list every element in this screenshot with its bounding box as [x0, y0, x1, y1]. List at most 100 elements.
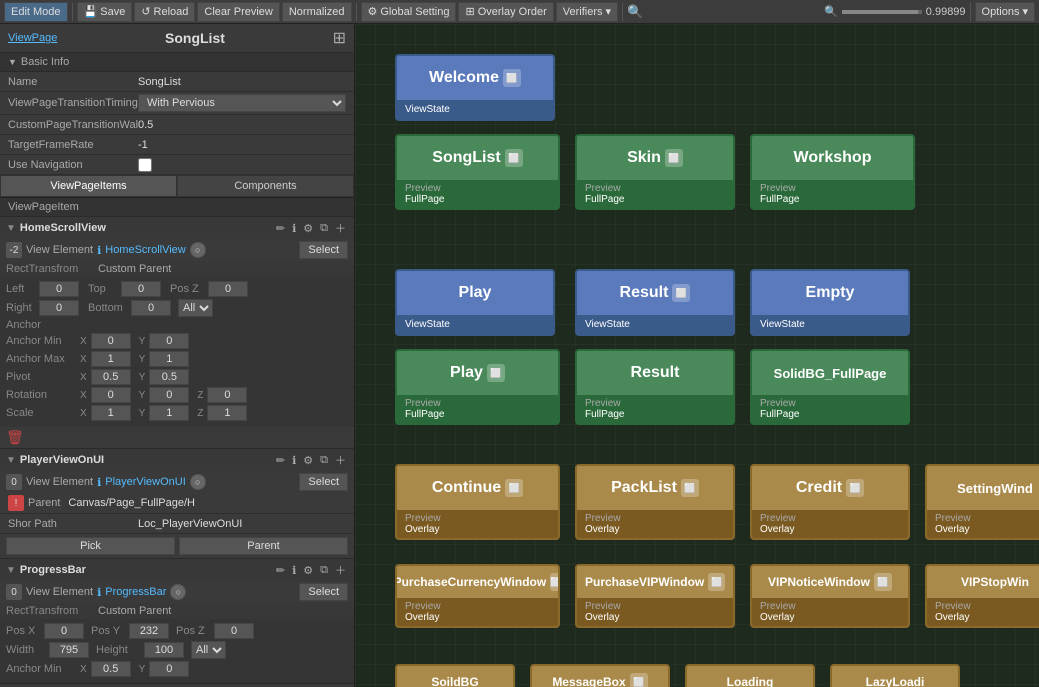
component1-rect-label: RectTransfrom	[6, 263, 86, 275]
delete-icon-1[interactable]: 🗑	[6, 429, 24, 446]
canvas-node-welcome[interactable]: Welcome ⬜ ViewState	[395, 54, 555, 121]
anchor-min-x-input[interactable]	[91, 333, 131, 349]
component2-info-icon-btn[interactable]: ℹ	[97, 476, 101, 489]
canvas-node-result_preview[interactable]: Result Preview FullPage	[575, 349, 735, 425]
info-icon[interactable]: ℹ	[290, 222, 298, 235]
canvas-node-packlist[interactable]: PackList ⬜ Preview Overlay	[575, 464, 735, 540]
width-input[interactable]	[49, 642, 89, 658]
rotation-z-input[interactable]	[207, 387, 247, 403]
component1-circle-btn[interactable]: ○	[190, 242, 206, 258]
node-title-bg-continue: Continue ⬜	[397, 466, 558, 510]
component3-all-select[interactable]: All	[191, 641, 226, 659]
pos-y-input[interactable]	[129, 623, 169, 639]
bottom-input[interactable]	[131, 300, 171, 316]
node-title-play_preview: Play	[450, 364, 483, 382]
pick-button[interactable]: Pick	[6, 537, 175, 555]
component3-info-icon-btn[interactable]: ℹ	[97, 586, 101, 599]
global-setting-button[interactable]: ⚙ Global Setting	[361, 2, 457, 22]
zoom-slider[interactable]	[842, 10, 922, 14]
component1-ref[interactable]: HomeScrollView	[105, 244, 186, 256]
canvas-node-settingwin[interactable]: SettingWind Preview Overlay	[925, 464, 1039, 540]
component2-select-btn[interactable]: Select	[299, 473, 348, 491]
overlay-order-button[interactable]: ⊞ Overlay Order	[458, 2, 553, 22]
rotation-y-input[interactable]	[149, 387, 189, 403]
canvas-node-result_state[interactable]: Result ⬜ ViewState	[575, 269, 735, 336]
component2-settings-icon[interactable]: ⚙	[301, 454, 315, 467]
canvas-node-play_state[interactable]: Play ViewState	[395, 269, 555, 336]
canvas-node-skin[interactable]: Skin ⬜ Preview FullPage	[575, 134, 735, 210]
canvas-node-loading[interactable]: Loading Preview Overlay	[685, 664, 815, 687]
tab-components[interactable]: Components	[177, 175, 354, 197]
canvas-node-songlist[interactable]: SongList ⬜ Preview FullPage	[395, 134, 560, 210]
scale-z-input[interactable]	[207, 405, 247, 421]
options-button[interactable]: Options ▾	[975, 2, 1035, 22]
normalized-button[interactable]: Normalized	[282, 2, 352, 22]
clear-preview-button[interactable]: Clear Preview	[197, 2, 279, 22]
component3-settings-icon[interactable]: ⚙	[301, 564, 315, 577]
right-input[interactable]	[39, 300, 79, 316]
pencil-icon[interactable]: ✏	[274, 222, 287, 235]
canvas-node-credit[interactable]: Credit ⬜ Preview Overlay	[750, 464, 910, 540]
pivot-x-input[interactable]	[91, 369, 131, 385]
canvas-node-lazyload[interactable]: LazyLoadi Preview Overlay	[830, 664, 960, 687]
parent-button[interactable]: Parent	[179, 537, 348, 555]
component3-info-icon[interactable]: ℹ	[290, 564, 298, 577]
edit-mode-button[interactable]: Edit Mode	[4, 2, 68, 22]
c3-anchor-min-y-input[interactable]	[149, 661, 189, 677]
canvas-node-solidbg[interactable]: SolidBG_FullPage Preview FullPage	[750, 349, 910, 425]
rotation-x-input[interactable]	[91, 387, 131, 403]
component2-copy-icon[interactable]: ⧉	[318, 454, 330, 467]
anchor-max-y-input[interactable]	[149, 351, 189, 367]
component3-copy-icon[interactable]: ⧉	[318, 564, 330, 577]
layout-icon[interactable]: ⊞	[333, 28, 346, 48]
right-canvas[interactable]: Welcome ⬜ ViewState SongList ⬜ Preview F…	[355, 24, 1039, 687]
canvas-node-purchase_vip[interactable]: PurchaseVIPWindow ⬜ Preview Overlay	[575, 564, 735, 628]
c3-anchor-min-x-input[interactable]	[91, 661, 131, 677]
component3-ref[interactable]: ProgressBar	[105, 586, 166, 598]
component1-select-btn[interactable]: Select	[299, 241, 348, 259]
canvas-node-empty[interactable]: Empty ViewState	[750, 269, 910, 336]
component3-pencil-icon[interactable]: ✏	[274, 564, 287, 577]
scale-x-input[interactable]	[91, 405, 131, 421]
component2-pencil-icon[interactable]: ✏	[274, 454, 287, 467]
copy-icon[interactable]: ⧉	[318, 222, 330, 235]
verifiers-button[interactable]: Verifiers ▾	[556, 2, 618, 22]
viewpage-link[interactable]: ViewPage	[8, 32, 57, 44]
component2-circle-btn[interactable]: ○	[190, 474, 206, 490]
component2-ref[interactable]: PlayerViewOnUI	[105, 476, 186, 488]
component3-circle-btn[interactable]: ○	[170, 584, 186, 600]
component2-info-icon[interactable]: ℹ	[290, 454, 298, 467]
transition-select[interactable]: With Pervious	[138, 94, 346, 112]
component3-select-btn[interactable]: Select	[299, 583, 348, 601]
top-input[interactable]	[121, 281, 161, 297]
canvas-node-vip_stop[interactable]: VIPStopWin Preview Overlay	[925, 564, 1039, 628]
pivot-y-input[interactable]	[149, 369, 189, 385]
save-button[interactable]: 💾 Save	[77, 2, 133, 22]
node-title-settingwin: SettingWind	[957, 481, 1033, 496]
pos-x-input[interactable]	[44, 623, 84, 639]
posz-input[interactable]	[208, 281, 248, 297]
canvas-node-workshop[interactable]: Workshop Preview FullPage	[750, 134, 915, 210]
add-icon[interactable]: ＋	[333, 220, 348, 236]
all-select[interactable]: All	[178, 299, 213, 317]
left-input[interactable]	[39, 281, 79, 297]
component1-info-icon[interactable]: ℹ	[97, 244, 101, 257]
pos-z-input[interactable]	[214, 623, 254, 639]
component3-add-icon[interactable]: ＋	[333, 562, 348, 578]
settings-icon[interactable]: ⚙	[301, 222, 315, 235]
tab-view-items[interactable]: ViewPageItems	[0, 175, 177, 197]
nav-checkbox[interactable]	[138, 158, 152, 172]
height-input[interactable]	[144, 642, 184, 658]
reload-button[interactable]: ↺ Reload	[134, 2, 195, 22]
canvas-node-continue[interactable]: Continue ⬜ Preview Overlay	[395, 464, 560, 540]
canvas-node-messagebox[interactable]: MessageBox ⬜ Preview Overlay	[530, 664, 670, 687]
canvas-node-vip_notice[interactable]: VIPNoticeWindow ⬜ Preview Overlay	[750, 564, 910, 628]
scale-y-input[interactable]	[149, 405, 189, 421]
canvas-node-purchase_currency[interactable]: PurchaseCurrencyWindow ⬜ Preview Overlay	[395, 564, 560, 628]
component3-anchor-min-row: Anchor Min X Y	[6, 661, 348, 677]
anchor-max-x-input[interactable]	[91, 351, 131, 367]
canvas-node-solidbg2[interactable]: SoildBG Preview Overlay	[395, 664, 515, 687]
canvas-node-play_preview[interactable]: Play ⬜ Preview FullPage	[395, 349, 560, 425]
component2-add-icon[interactable]: ＋	[333, 452, 348, 468]
anchor-min-y-input[interactable]	[149, 333, 189, 349]
